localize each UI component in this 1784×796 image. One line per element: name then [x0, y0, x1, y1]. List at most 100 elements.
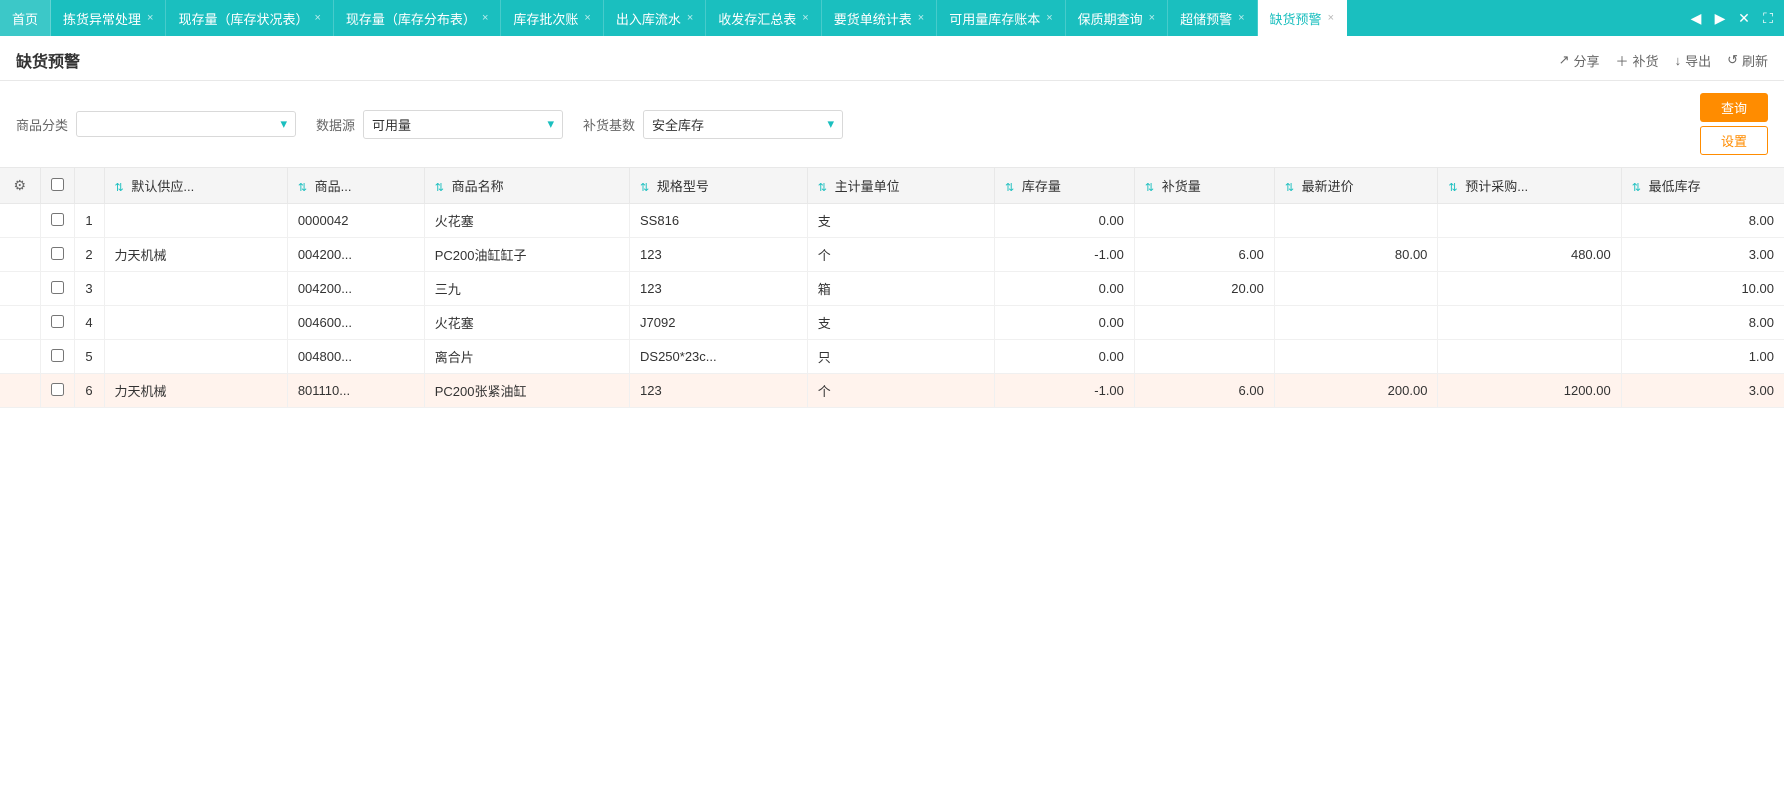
close-tab-receive-summary[interactable]: ×	[802, 12, 808, 24]
col-gear[interactable]: ⚙	[0, 168, 40, 204]
col-product-code[interactable]: ⇅ 商品...	[287, 168, 424, 204]
tab-receive-summary[interactable]: 收发存汇总表 ×	[706, 0, 821, 36]
row-checkbox-cell[interactable]	[40, 238, 74, 272]
row-checkbox[interactable]	[51, 281, 64, 294]
category-select[interactable]: ▾	[76, 111, 296, 137]
close-tab-overstock[interactable]: ×	[1238, 12, 1244, 24]
col-unit[interactable]: ⇅ 主计量单位	[807, 168, 994, 204]
tab-expiry-query[interactable]: 保质期查询 ×	[1066, 0, 1168, 36]
col-default-supplier[interactable]: ⇅ 默认供应...	[104, 168, 287, 204]
share-icon: ↗	[1559, 52, 1570, 68]
tab-inventory-dist[interactable]: 现存量（库存分布表） ×	[334, 0, 501, 36]
row-gear-cell	[0, 306, 40, 340]
row-estimated-purchase: 480.00	[1438, 238, 1621, 272]
filter-actions: 查询 设置	[1700, 93, 1768, 155]
row-unit: 个	[807, 374, 994, 408]
row-checkbox-cell[interactable]	[40, 204, 74, 238]
datasource-value: 可用量	[372, 115, 411, 134]
close-tab-abnormal[interactable]: ×	[147, 12, 153, 24]
page-header: 缺货预警 ↗ 分享 ＋ 补货 ↓ 导出 ↺ 刷新	[0, 36, 1784, 81]
export-button[interactable]: ↓ 导出	[1675, 51, 1712, 70]
row-spec: DS250*23c...	[630, 340, 808, 374]
tab-home[interactable]: 首页	[0, 0, 51, 36]
row-number: 6	[74, 374, 104, 408]
tab-overstock[interactable]: 超储预警 ×	[1168, 0, 1257, 36]
tab-prev-button[interactable]: ◀	[1684, 6, 1708, 30]
row-estimated-purchase	[1438, 306, 1621, 340]
settings-button[interactable]: 设置	[1700, 126, 1768, 155]
table-header-row: ⚙ ⇅ 默认供应... ⇅ 商品... ⇅	[0, 168, 1784, 204]
select-all-checkbox[interactable]	[51, 178, 64, 191]
replenish-basis-select[interactable]: 安全库存 ▾	[643, 110, 843, 139]
row-latest-price	[1274, 272, 1438, 306]
table-body: 1 0000042 火花塞 SS816 支 0.00 8.00 2 力天机械 0…	[0, 204, 1784, 408]
row-min-stock: 3.00	[1621, 374, 1784, 408]
close-tab-order-stats[interactable]: ×	[918, 12, 924, 24]
export-icon: ↓	[1675, 53, 1682, 68]
row-checkbox[interactable]	[51, 247, 64, 260]
tab-next-button[interactable]: ▶	[1708, 6, 1732, 30]
row-stock-qty: 0.00	[994, 306, 1134, 340]
row-stock-qty: 0.00	[994, 272, 1134, 306]
tab-fullscreen-button[interactable]: ⛶	[1756, 6, 1780, 30]
datasource-select[interactable]: 可用量 ▾	[363, 110, 563, 139]
tab-inout-flow[interactable]: 出入库流水 ×	[604, 0, 706, 36]
close-tab-expiry-query[interactable]: ×	[1149, 12, 1155, 24]
row-stock-qty: -1.00	[994, 374, 1134, 408]
row-unit: 支	[807, 306, 994, 340]
refresh-button[interactable]: ↺ 刷新	[1727, 51, 1768, 70]
col-min-stock[interactable]: ⇅ 最低库存	[1621, 168, 1784, 204]
col-stock-qty[interactable]: ⇅ 库存量	[994, 168, 1134, 204]
tab-shortage[interactable]: 缺货预警 ×	[1258, 0, 1347, 36]
row-spec: 123	[630, 238, 808, 272]
query-button[interactable]: 查询	[1700, 93, 1768, 122]
close-tab-inout-flow[interactable]: ×	[687, 12, 693, 24]
tab-inventory-status[interactable]: 现存量（库存状况表） ×	[166, 0, 333, 36]
col-product-name[interactable]: ⇅ 商品名称	[424, 168, 629, 204]
row-estimated-purchase	[1438, 272, 1621, 306]
row-latest-price: 200.00	[1274, 374, 1438, 408]
close-tab-shortage[interactable]: ×	[1328, 12, 1334, 24]
tab-available-ledger[interactable]: 可用量库存账本 ×	[937, 0, 1065, 36]
row-checkbox-cell[interactable]	[40, 340, 74, 374]
sort-icon-supplier: ⇅	[115, 182, 124, 194]
replenish-basis-label: 补货基数	[583, 115, 635, 134]
col-estimated-purchase[interactable]: ⇅ 预计采购...	[1438, 168, 1621, 204]
tab-order-stats[interactable]: 要货单统计表 ×	[822, 0, 937, 36]
row-checkbox-cell[interactable]	[40, 272, 74, 306]
data-table: ⚙ ⇅ 默认供应... ⇅ 商品... ⇅	[0, 168, 1784, 408]
close-tab-batch-account[interactable]: ×	[584, 12, 590, 24]
sort-icon-code: ⇅	[298, 182, 307, 194]
tab-batch-account[interactable]: 库存批次账 ×	[501, 0, 603, 36]
row-checkbox-cell[interactable]	[40, 374, 74, 408]
table-container: ⚙ ⇅ 默认供应... ⇅ 商品... ⇅	[0, 168, 1784, 408]
col-latest-price[interactable]: ⇅ 最新进价	[1274, 168, 1438, 204]
sort-icon-name: ⇅	[435, 182, 444, 194]
row-unit: 箱	[807, 272, 994, 306]
close-tab-available-ledger[interactable]: ×	[1046, 12, 1052, 24]
replenish-button[interactable]: ＋ 补货	[1616, 51, 1659, 70]
row-product-code: 801110...	[287, 374, 424, 408]
row-checkbox[interactable]	[51, 349, 64, 362]
row-number: 1	[74, 204, 104, 238]
row-checkbox[interactable]	[51, 213, 64, 226]
row-stock-qty: -1.00	[994, 238, 1134, 272]
close-tab-inventory-dist[interactable]: ×	[482, 12, 488, 24]
col-replenish-qty[interactable]: ⇅ 补货量	[1134, 168, 1274, 204]
tab-abnormal[interactable]: 拣货异常处理 ×	[51, 0, 166, 36]
gear-icon[interactable]: ⚙	[13, 177, 26, 193]
row-checkbox[interactable]	[51, 383, 64, 396]
tab-close-all-button[interactable]: ✕	[1732, 6, 1756, 30]
col-spec[interactable]: ⇅ 规格型号	[630, 168, 808, 204]
row-checkbox-cell[interactable]	[40, 306, 74, 340]
row-min-stock: 8.00	[1621, 204, 1784, 238]
table-row: 4 004600... 火花塞 J7092 支 0.00 8.00	[0, 306, 1784, 340]
col-checkbox	[40, 168, 74, 204]
row-unit: 支	[807, 204, 994, 238]
table-row: 6 力天机械 801110... PC200张紧油缸 123 个 -1.00 6…	[0, 374, 1784, 408]
row-checkbox[interactable]	[51, 315, 64, 328]
share-button[interactable]: ↗ 分享	[1559, 51, 1600, 70]
row-estimated-purchase	[1438, 204, 1621, 238]
close-tab-inventory-status[interactable]: ×	[314, 12, 320, 24]
row-unit: 只	[807, 340, 994, 374]
